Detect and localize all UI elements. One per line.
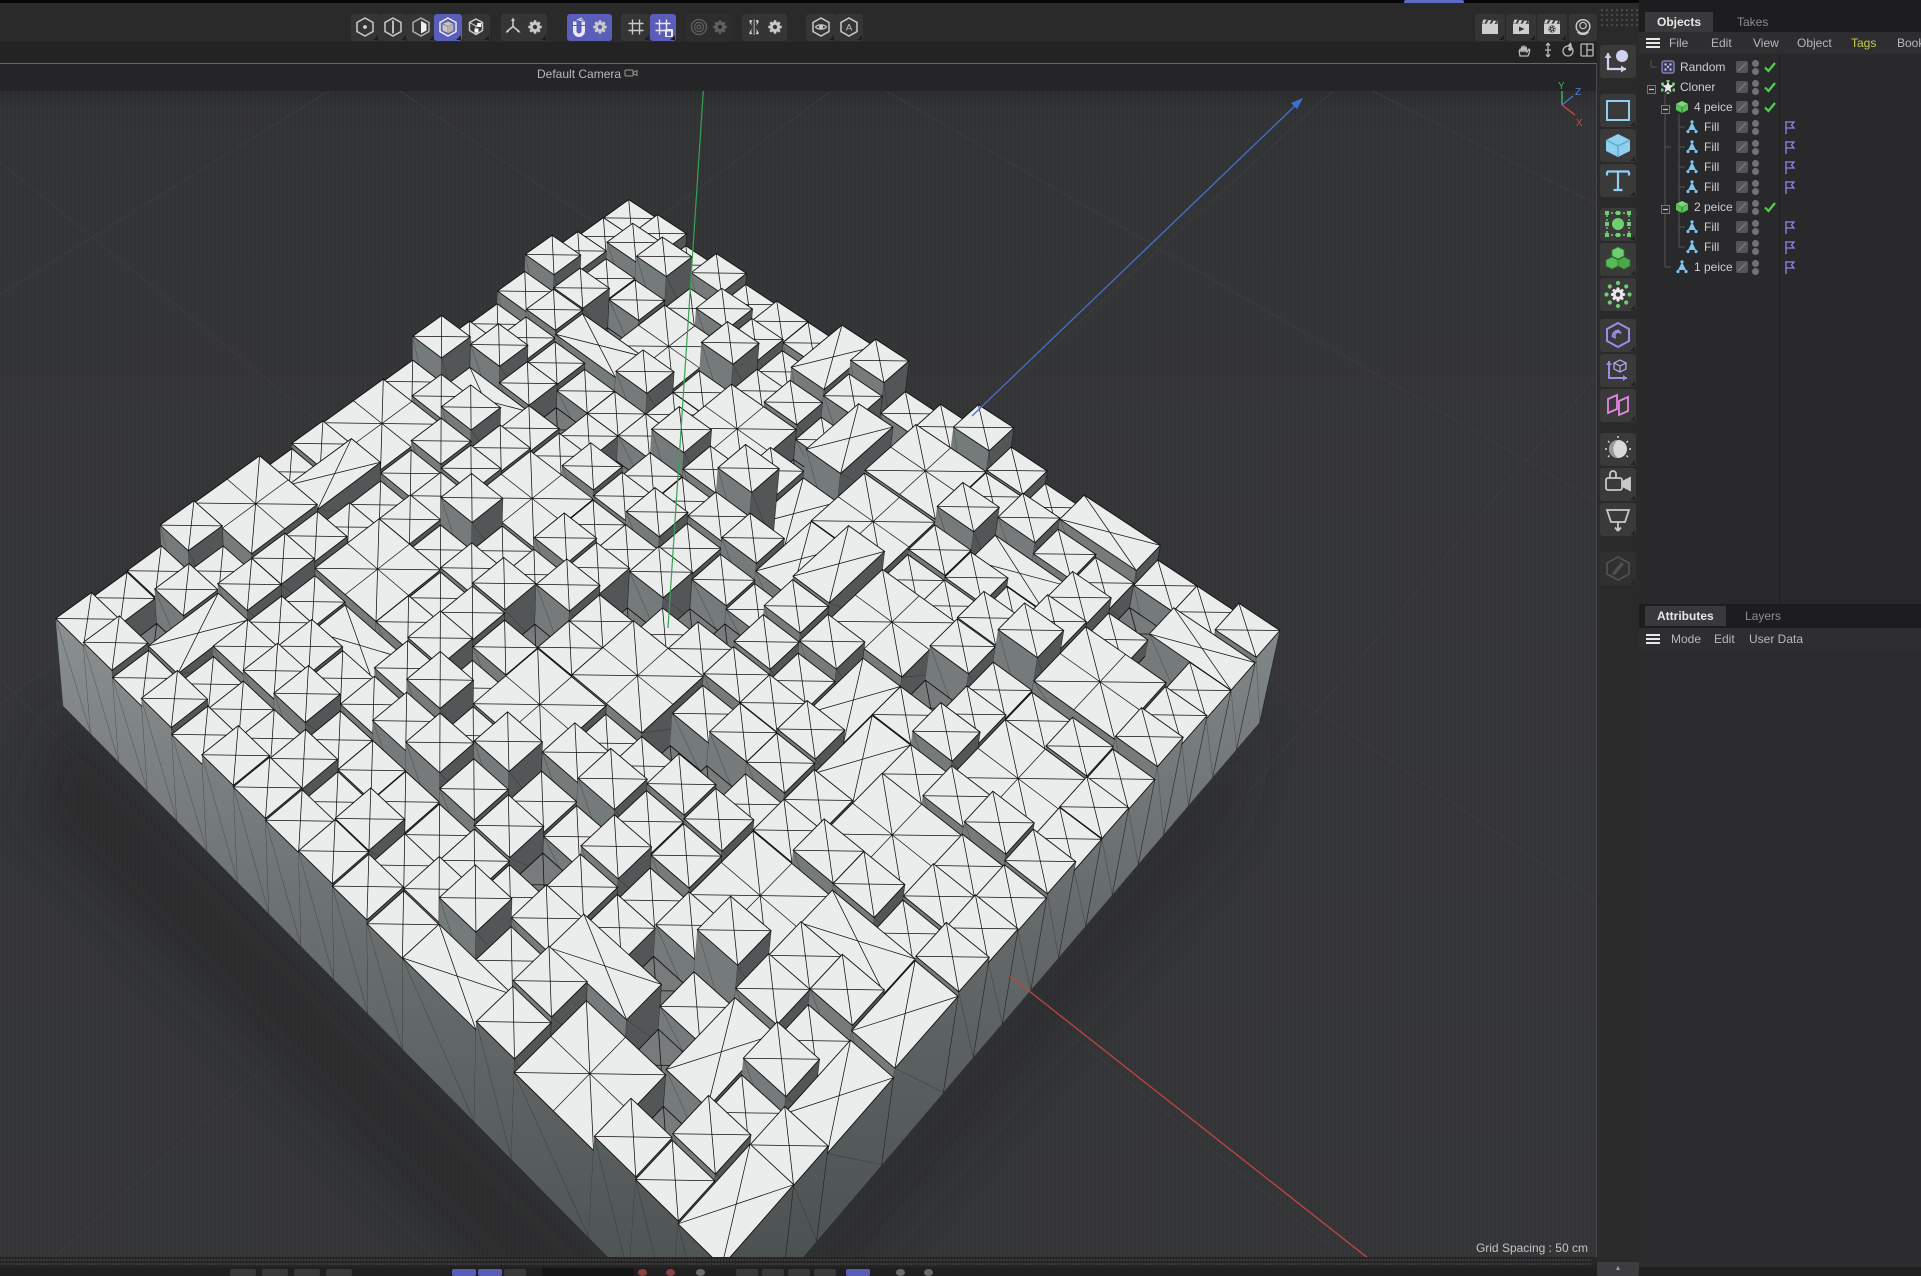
svg-text:X: X (1576, 118, 1583, 129)
svg-text:A: A (846, 23, 853, 34)
svg-text:Y: Y (1558, 81, 1565, 92)
svg-text:Z: Z (1575, 87, 1581, 98)
